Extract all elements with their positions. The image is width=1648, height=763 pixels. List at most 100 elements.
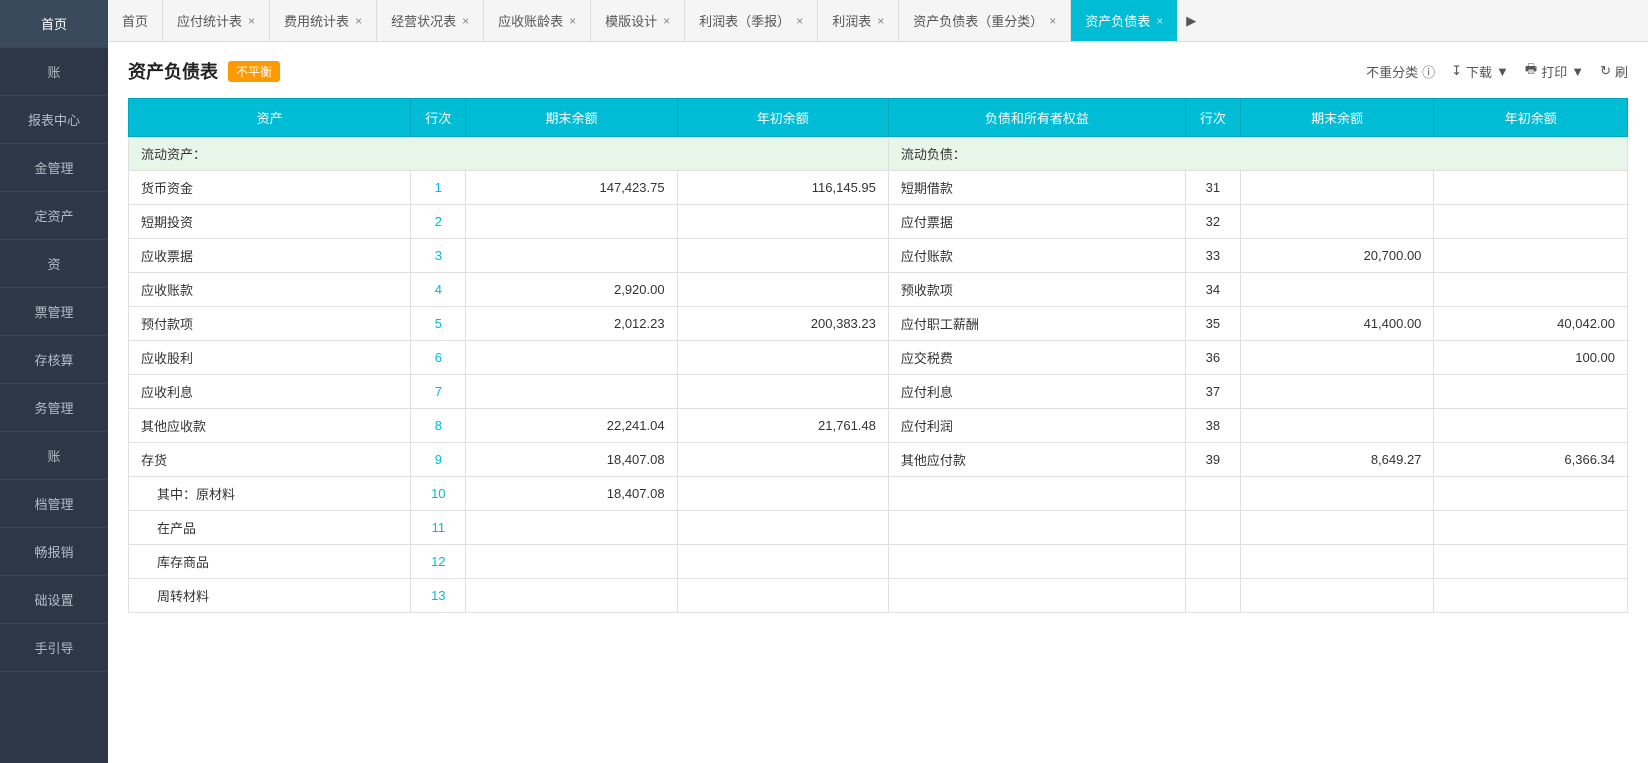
tab-close-4[interactable]: ×: [569, 14, 576, 28]
row-num-right: 35: [1185, 307, 1240, 341]
refresh-btn[interactable]: ↻ 刷: [1600, 62, 1628, 81]
liability-name[interactable]: 应付利息: [888, 375, 1185, 409]
tab-operation[interactable]: 经营状况表 ×: [377, 0, 484, 42]
sidebar-item-settings[interactable]: 础设置: [0, 576, 108, 624]
tab-home[interactable]: 首页: [108, 0, 163, 42]
end-balance-left: 2,012.23: [466, 307, 677, 341]
end-balance-right: 20,700.00: [1240, 239, 1434, 273]
question-icon: ⓘ: [1422, 62, 1435, 81]
tab-close-7[interactable]: ×: [877, 14, 884, 28]
liability-name[interactable]: 其他应付款: [888, 443, 1185, 477]
liability-name[interactable]: 短期借款: [888, 171, 1185, 205]
liability-name[interactable]: 应交税费: [888, 341, 1185, 375]
print-btn[interactable]: 🖶 打印 ▼: [1525, 60, 1584, 82]
sidebar-item-ledger[interactable]: 账: [0, 48, 108, 96]
tab-close-9[interactable]: ×: [1156, 14, 1163, 28]
sidebar-item-fixedasset[interactable]: 定资产: [0, 192, 108, 240]
liability-name[interactable]: 应付票据: [888, 205, 1185, 239]
liability-name[interactable]: 预收款项: [888, 273, 1185, 307]
begin-balance-left: [677, 273, 888, 307]
col-row-l: 行次: [411, 99, 466, 137]
row-num-right: 32: [1185, 205, 1240, 239]
liability-name[interactable]: 应付账款: [888, 239, 1185, 273]
end-balance-left: 2,920.00: [466, 273, 677, 307]
row-num-right: 36: [1185, 341, 1240, 375]
sidebar-item-inventory[interactable]: 存核算: [0, 336, 108, 384]
sidebar-item-guide[interactable]: 手引导: [0, 624, 108, 672]
asset-name[interactable]: 在产品: [129, 511, 411, 545]
end-balance-right: 8,649.27: [1240, 443, 1434, 477]
sidebar-item-invest[interactable]: 资: [0, 240, 108, 288]
end-balance-right: 41,400.00: [1240, 307, 1434, 341]
tab-payable-stat[interactable]: 应付统计表 ×: [163, 0, 270, 42]
tab-nav-right[interactable]: ▶: [1178, 0, 1204, 42]
sidebar-item-fund[interactable]: 金管理: [0, 144, 108, 192]
section-right-label: 流动负债：: [888, 137, 1627, 171]
asset-name[interactable]: 应收利息: [129, 375, 411, 409]
sidebar-item-book[interactable]: 账: [0, 432, 108, 480]
begin-balance-left: [677, 511, 888, 545]
tab-profit-quarterly[interactable]: 利润表（季报） ×: [685, 0, 818, 42]
liability-name[interactable]: [888, 477, 1185, 511]
tab-receivable-age[interactable]: 应收账龄表 ×: [484, 0, 591, 42]
table-row: 其中：原材料 10 18,407.08: [129, 477, 1628, 511]
row-num-right: [1185, 477, 1240, 511]
begin-balance-right: 40,042.00: [1434, 307, 1628, 341]
end-balance-left: [466, 579, 677, 613]
asset-name[interactable]: 库存商品: [129, 545, 411, 579]
liability-name[interactable]: [888, 545, 1185, 579]
begin-balance-right: [1434, 579, 1628, 613]
tab-profit[interactable]: 利润表 ×: [818, 0, 899, 42]
asset-name[interactable]: 应收股利: [129, 341, 411, 375]
section-left-label: 流动资产：: [129, 137, 889, 171]
liability-name[interactable]: 应付利润: [888, 409, 1185, 443]
page-title: 资产负债表: [128, 58, 218, 84]
tab-close-6[interactable]: ×: [796, 14, 803, 28]
col-row-r: 行次: [1185, 99, 1240, 137]
row-num-left: 12: [411, 545, 466, 579]
end-balance-right: [1240, 375, 1434, 409]
tab-expense-stat[interactable]: 费用统计表 ×: [270, 0, 377, 42]
sidebar-item-home[interactable]: 首页: [0, 0, 108, 48]
asset-name[interactable]: 其中：原材料: [129, 477, 411, 511]
tab-balance-reclassify[interactable]: 资产负债表（重分类） ×: [899, 0, 1071, 42]
tab-close-8[interactable]: ×: [1049, 14, 1056, 28]
download-icon: ↧: [1451, 63, 1462, 79]
begin-balance-right: [1434, 409, 1628, 443]
sidebar-item-ticket[interactable]: 票管理: [0, 288, 108, 336]
tab-close-1[interactable]: ×: [248, 14, 255, 28]
sidebar-item-report[interactable]: 报表中心: [0, 96, 108, 144]
table-row: 预付款项 5 2,012.23 200,383.23 应付职工薪酬 35 41,…: [129, 307, 1628, 341]
sidebar-item-archive[interactable]: 档管理: [0, 480, 108, 528]
end-balance-left: [466, 239, 677, 273]
liability-name[interactable]: [888, 579, 1185, 613]
tab-close-3[interactable]: ×: [462, 14, 469, 28]
begin-balance-right: [1434, 205, 1628, 239]
asset-name[interactable]: 周转材料: [129, 579, 411, 613]
asset-name[interactable]: 其他应收款: [129, 409, 411, 443]
row-num-left: 7: [411, 375, 466, 409]
classify-btn[interactable]: 不重分类 ⓘ: [1366, 62, 1435, 81]
asset-name[interactable]: 短期投资: [129, 205, 411, 239]
asset-name[interactable]: 应收票据: [129, 239, 411, 273]
download-btn[interactable]: ↧ 下载 ▼: [1451, 62, 1509, 81]
tab-close-5[interactable]: ×: [663, 14, 670, 28]
asset-name[interactable]: 货币资金: [129, 171, 411, 205]
row-num-right: [1185, 511, 1240, 545]
report-table: 资产 行次 期末余额 年初余额 负债和所有者权益 行次 期末余额 年初余额 流动…: [128, 98, 1628, 613]
tab-balance[interactable]: 资产负债表 ×: [1071, 0, 1178, 42]
asset-name[interactable]: 应收账款: [129, 273, 411, 307]
asset-name[interactable]: 预付款项: [129, 307, 411, 341]
liability-name[interactable]: 应付职工薪酬: [888, 307, 1185, 341]
col-begin-r: 年初余额: [1434, 99, 1628, 137]
sidebar-item-tax[interactable]: 务管理: [0, 384, 108, 432]
liability-name[interactable]: [888, 511, 1185, 545]
asset-name[interactable]: 存货: [129, 443, 411, 477]
row-num-right: 39: [1185, 443, 1240, 477]
tab-close-2[interactable]: ×: [355, 14, 362, 28]
tab-template[interactable]: 模版设计 ×: [591, 0, 685, 42]
content-area: 资产负债表 不平衡 不重分类 ⓘ ↧ 下载 ▼ 🖶 打印 ▼: [108, 42, 1648, 763]
sidebar-item-expense[interactable]: 畅报销: [0, 528, 108, 576]
chevron-down-icon: ▼: [1496, 64, 1509, 79]
row-num-right: 33: [1185, 239, 1240, 273]
